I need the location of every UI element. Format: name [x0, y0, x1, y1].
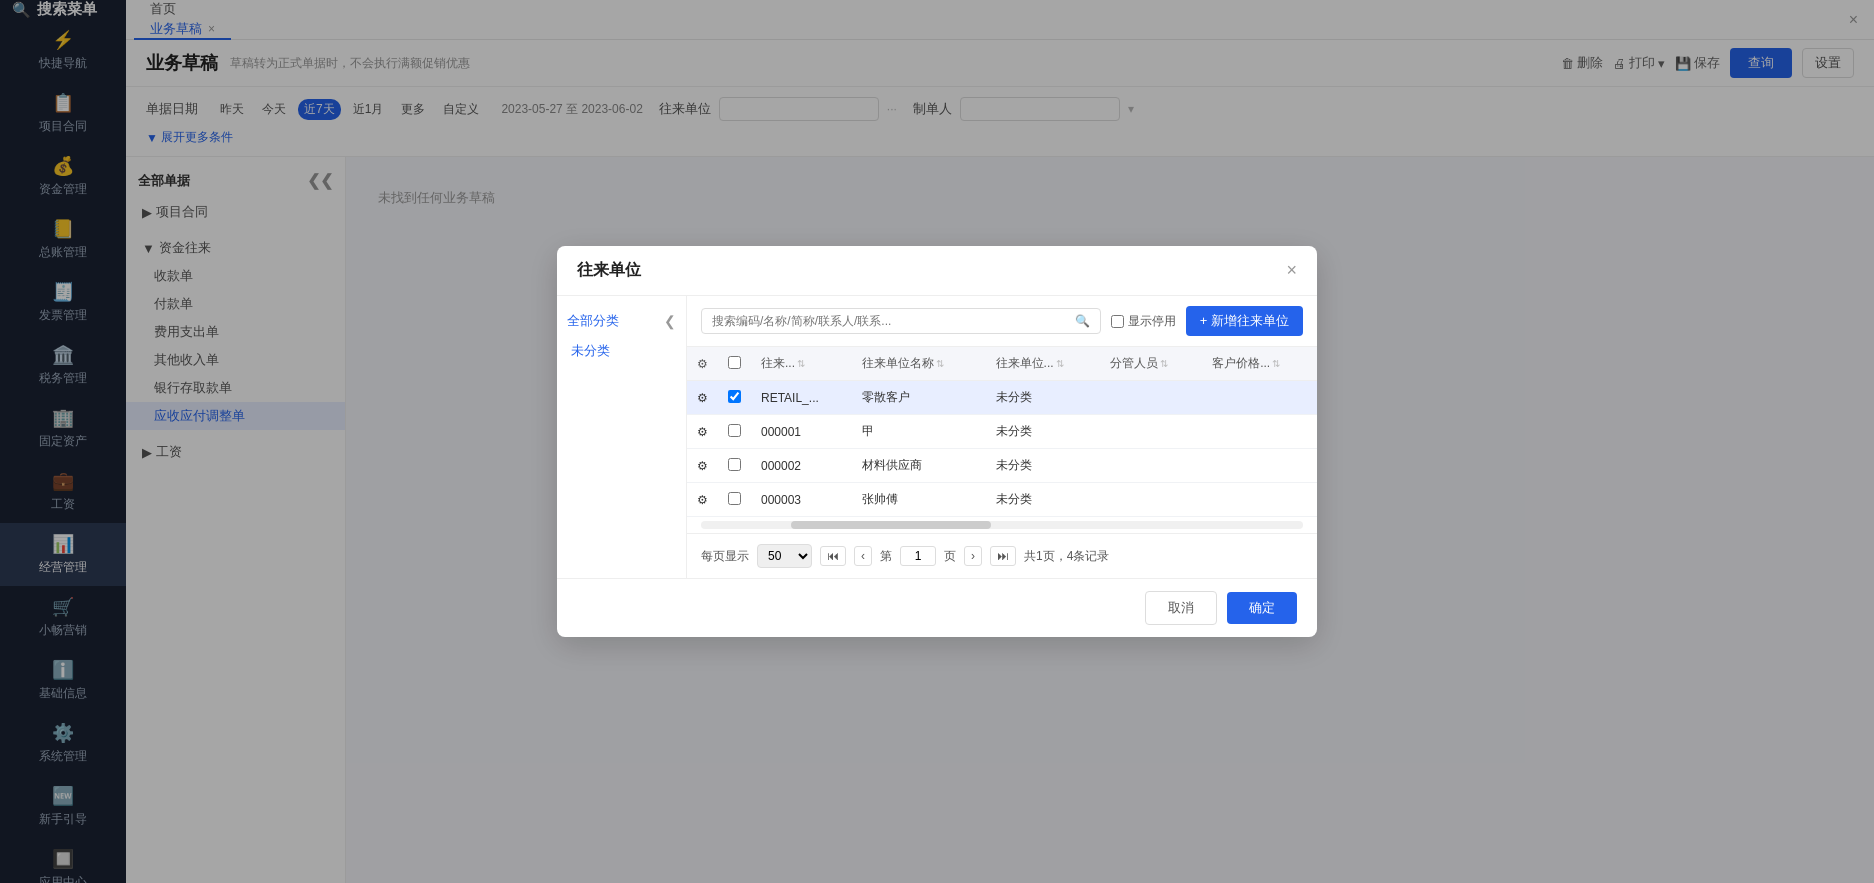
row-checkbox-1[interactable]: [728, 390, 741, 403]
page-label: 第: [880, 548, 892, 565]
show-disabled-label-text: 显示停用: [1128, 313, 1176, 330]
row-code-4: 000003: [751, 483, 852, 517]
th-settings: ⚙: [687, 347, 718, 381]
per-page-select[interactable]: 50 20 100: [757, 544, 812, 568]
table-row[interactable]: ⚙ RETAIL_... 零散客户 未分类: [687, 381, 1317, 415]
show-disabled-checkbox[interactable]: [1111, 315, 1124, 328]
modal-title: 往来单位: [577, 260, 641, 281]
category-sidebar: 全部分类 ❮ 未分类: [557, 296, 687, 578]
category-items: 未分类: [557, 336, 686, 366]
row-price-4: [1202, 483, 1317, 517]
row-price-1: [1202, 381, 1317, 415]
row-check-1[interactable]: [718, 381, 751, 415]
row-category-3: 未分类: [986, 449, 1101, 483]
cancel-button[interactable]: 取消: [1145, 591, 1217, 625]
row-checkbox-3[interactable]: [728, 458, 741, 471]
th-price: 客户价格...⇅: [1202, 347, 1317, 381]
th-code: 往来...⇅: [751, 347, 852, 381]
search-icon: 🔍: [1075, 314, 1090, 328]
h-scrollbar[interactable]: [701, 521, 1303, 529]
row-check-4[interactable]: [718, 483, 751, 517]
category-collapse-icon[interactable]: ❮: [664, 313, 676, 329]
modal-header: 往来单位 ×: [557, 246, 1317, 296]
show-disabled-checkbox-label[interactable]: 显示停用: [1111, 313, 1176, 330]
row-code-1: RETAIL_...: [751, 381, 852, 415]
row-manager-4: [1100, 483, 1202, 517]
th-select-all[interactable]: [728, 356, 741, 369]
modal-pagination: 每页显示 50 20 100 ⏮ ‹ 第 页 › ⏭ 共1页，4条记录: [687, 533, 1317, 578]
row-icon-1: ⚙: [687, 381, 718, 415]
modal-backdrop[interactable]: 往来单位 × 全部分类 ❮ 未分类 🔍: [0, 0, 1874, 883]
row-name-2: 甲: [852, 415, 985, 449]
modal-table-wrapper: ⚙ 往来...⇅ 往来单位名称⇅ 往来单位...⇅ 分管人员⇅ 客户价格...⇅…: [687, 347, 1317, 517]
row-manager-3: [1100, 449, 1202, 483]
row-category-1: 未分类: [986, 381, 1101, 415]
page-suffix: 页: [944, 548, 956, 565]
modal-data-table: ⚙ 往来...⇅ 往来单位名称⇅ 往来单位...⇅ 分管人员⇅ 客户价格...⇅…: [687, 347, 1317, 517]
table-row[interactable]: ⚙ 000003 张帅傅 未分类: [687, 483, 1317, 517]
row-icon-3: ⚙: [687, 449, 718, 483]
page-number-input[interactable]: [900, 546, 936, 566]
modal-search-box: 🔍: [701, 308, 1101, 334]
row-category-4: 未分类: [986, 483, 1101, 517]
modal-content-right: 🔍 显示停用 + 新增往来单位 ⚙: [687, 296, 1317, 578]
total-info: 共1页，4条记录: [1024, 548, 1109, 565]
per-page-label: 每页显示: [701, 548, 749, 565]
row-code-2: 000001: [751, 415, 852, 449]
prev-page-btn[interactable]: ‹: [854, 546, 872, 566]
row-name-4: 张帅傅: [852, 483, 985, 517]
h-scrollbar-thumb[interactable]: [791, 521, 991, 529]
row-category-2: 未分类: [986, 415, 1101, 449]
row-manager-2: [1100, 415, 1202, 449]
th-name: 往来单位名称⇅: [852, 347, 985, 381]
row-price-3: [1202, 449, 1317, 483]
th-category: 往来单位...⇅: [986, 347, 1101, 381]
row-checkbox-2[interactable]: [728, 424, 741, 437]
category-header[interactable]: 全部分类 ❮: [557, 306, 686, 336]
next-page-btn[interactable]: ›: [964, 546, 982, 566]
table-row[interactable]: ⚙ 000002 材料供应商 未分类: [687, 449, 1317, 483]
th-checkbox: [718, 347, 751, 381]
modal-toolbar: 🔍 显示停用 + 新增往来单位: [687, 296, 1317, 347]
add-partner-button[interactable]: + 新增往来单位: [1186, 306, 1303, 336]
modal-close-button[interactable]: ×: [1286, 260, 1297, 281]
table-row[interactable]: ⚙ 000001 甲 未分类: [687, 415, 1317, 449]
table-header-row: ⚙ 往来...⇅ 往来单位名称⇅ 往来单位...⇅ 分管人员⇅ 客户价格...⇅: [687, 347, 1317, 381]
modal-search-input[interactable]: [712, 314, 1069, 328]
row-price-2: [1202, 415, 1317, 449]
row-icon-4: ⚙: [687, 483, 718, 517]
modal: 往来单位 × 全部分类 ❮ 未分类 🔍: [557, 246, 1317, 637]
last-page-btn[interactable]: ⏭: [990, 546, 1016, 566]
row-icon-2: ⚙: [687, 415, 718, 449]
modal-footer: 取消 确定: [557, 578, 1317, 637]
th-manager: 分管人员⇅: [1100, 347, 1202, 381]
category-label: 全部分类: [567, 312, 619, 330]
row-name-3: 材料供应商: [852, 449, 985, 483]
first-page-btn[interactable]: ⏮: [820, 546, 846, 566]
modal-body: 全部分类 ❮ 未分类 🔍 显示停用 + 新增往来单位: [557, 296, 1317, 578]
row-name-1: 零散客户: [852, 381, 985, 415]
row-code-3: 000002: [751, 449, 852, 483]
row-manager-1: [1100, 381, 1202, 415]
modal-table-body: ⚙ RETAIL_... 零散客户 未分类 ⚙ 000001 甲 未分类 ⚙ 0…: [687, 381, 1317, 517]
row-checkbox-4[interactable]: [728, 492, 741, 505]
row-check-2[interactable]: [718, 415, 751, 449]
row-check-3[interactable]: [718, 449, 751, 483]
confirm-button[interactable]: 确定: [1227, 592, 1297, 624]
category-item-未分类[interactable]: 未分类: [557, 336, 686, 366]
